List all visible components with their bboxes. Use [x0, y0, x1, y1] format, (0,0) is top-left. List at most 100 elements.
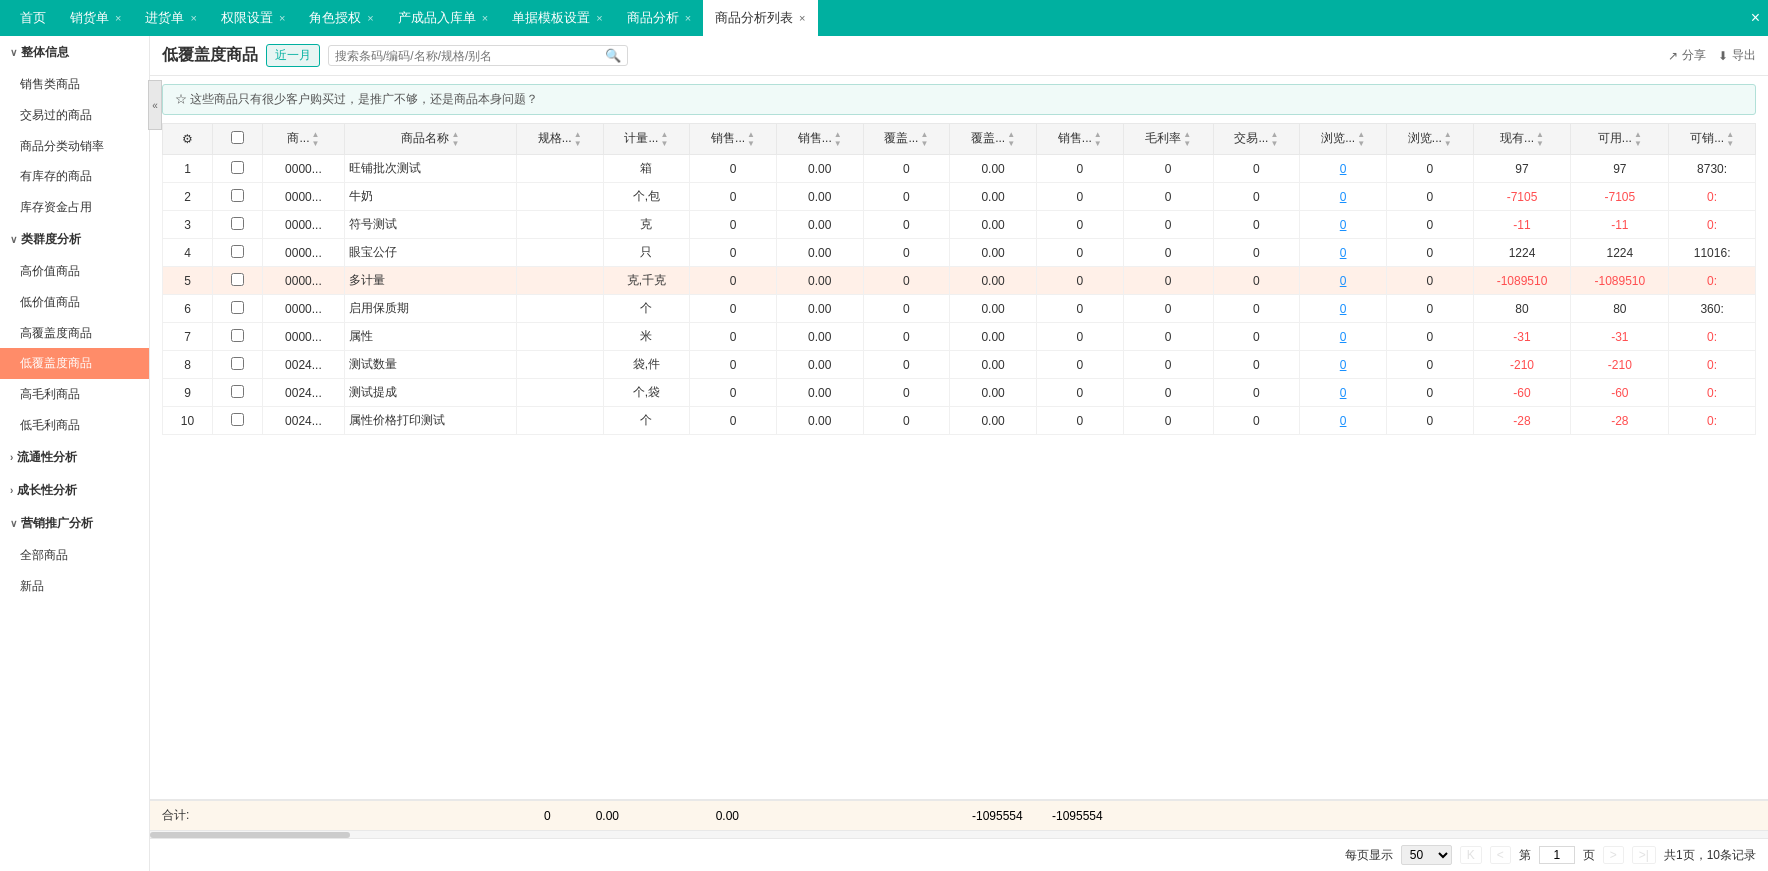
coverage2-col-header[interactable]: 覆盖...▲▼ [950, 124, 1037, 155]
sidebar-item-low-margin[interactable]: 低毛利商品 [0, 410, 149, 441]
select-all-checkbox[interactable] [231, 131, 244, 144]
sidebar-item-high-value[interactable]: 高价值商品 [0, 256, 149, 287]
row-browse1[interactable]: 0 [1300, 267, 1387, 295]
nav-item-template[interactable]: 单据模板设置 × [500, 0, 614, 36]
row-select-checkbox[interactable] [231, 245, 244, 258]
spec-col-header[interactable]: 规格...▲▼ [516, 124, 603, 155]
row-checkbox[interactable] [213, 351, 263, 379]
sales-amt-col-header[interactable]: 销售...▲▼ [776, 124, 863, 155]
row-checkbox[interactable] [213, 267, 263, 295]
sidebar-item-capital[interactable]: 库存资金占用 [0, 192, 149, 223]
sidebar-item-stocked-goods[interactable]: 有库存的商品 [0, 161, 149, 192]
row-browse1[interactable]: 0 [1300, 239, 1387, 267]
row-checkbox[interactable] [213, 211, 263, 239]
row-checkbox[interactable] [213, 295, 263, 323]
row-coverage1: 0 [863, 155, 950, 183]
sidebar-section-group[interactable]: ∨ 类群度分析 [0, 223, 149, 256]
next-page-button[interactable]: > [1603, 846, 1624, 864]
export-button[interactable]: ⬇ 导出 [1718, 47, 1756, 64]
row-select-checkbox[interactable] [231, 301, 244, 314]
sidebar-item-all-goods[interactable]: 全部商品 [0, 540, 149, 571]
nav-item-product-entry[interactable]: 产成品入库单 × [386, 0, 500, 36]
search-icon[interactable]: 🔍 [605, 48, 621, 63]
search-input[interactable] [335, 49, 605, 63]
sidebar-section-growth[interactable]: › 成长性分析 [0, 474, 149, 507]
sidebar-section-marketing[interactable]: ∨ 营销推广分析 [0, 507, 149, 540]
nav-item-sales[interactable]: 销货单 × [58, 0, 133, 36]
nav-item-role[interactable]: 角色授权 × [297, 0, 385, 36]
close-sales-icon[interactable]: × [115, 12, 121, 24]
per-page-select[interactable]: 50 10 20 100 [1401, 845, 1452, 865]
row-select-checkbox[interactable] [231, 357, 244, 370]
nav-item-purchase[interactable]: 进货单 × [133, 0, 208, 36]
row-checkbox[interactable] [213, 323, 263, 351]
close-analysis-icon[interactable]: × [685, 12, 691, 24]
row-checkbox[interactable] [213, 183, 263, 211]
share-button[interactable]: ↗ 分享 [1668, 47, 1706, 64]
prev-page-button[interactable]: < [1490, 846, 1511, 864]
row-checkbox[interactable] [213, 155, 263, 183]
row-select-checkbox[interactable] [231, 273, 244, 286]
row-select-checkbox[interactable] [231, 329, 244, 342]
row-select-checkbox[interactable] [231, 217, 244, 230]
horizontal-scrollbar[interactable] [150, 830, 1768, 838]
sidebar-item-new-goods[interactable]: 新品 [0, 571, 149, 602]
close-permissions-icon[interactable]: × [279, 12, 285, 24]
close-role-icon[interactable]: × [367, 12, 373, 24]
row-checkbox[interactable] [213, 379, 263, 407]
close-all-tabs-button[interactable]: × [1751, 9, 1760, 27]
unit-col-header[interactable]: 计量...▲▼ [603, 124, 690, 155]
sidebar-section-liquidity[interactable]: › 流通性分析 [0, 441, 149, 474]
nav-item-home[interactable]: 首页 [8, 0, 58, 36]
sales-qty-col-header[interactable]: 销售...▲▼ [690, 124, 777, 155]
available-col-header[interactable]: 可用...▲▼ [1571, 124, 1669, 155]
nav-item-analysis[interactable]: 商品分析 × [615, 0, 703, 36]
browse1-col-header[interactable]: 浏览...▲▼ [1300, 124, 1387, 155]
row-checkbox[interactable] [213, 239, 263, 267]
margin-col-header[interactable]: 毛利率▲▼ [1123, 124, 1213, 155]
row-browse1[interactable]: 0 [1300, 407, 1387, 435]
sidebar-item-low-value[interactable]: 低价值商品 [0, 287, 149, 318]
coverage1-col-header[interactable]: 覆盖...▲▼ [863, 124, 950, 155]
last-page-button[interactable]: >| [1632, 846, 1656, 864]
row-browse1[interactable]: 0 [1300, 379, 1387, 407]
sidebar-section-overview[interactable]: ∨ 整体信息 [0, 36, 149, 69]
row-browse1[interactable]: 0 [1300, 295, 1387, 323]
table-container[interactable]: ⚙ 商...▲▼ 商品名称▲▼ 规格...▲▼ 计量...▲▼ 销售...▲▼ … [162, 123, 1756, 799]
row-select-checkbox[interactable] [231, 413, 244, 426]
sidebar-collapse-button[interactable]: « [148, 80, 162, 130]
row-browse1[interactable]: 0 [1300, 155, 1387, 183]
sales-days-col-header[interactable]: 销售...▲▼ [1036, 124, 1123, 155]
sidebar-item-traded-goods[interactable]: 交易过的商品 [0, 100, 149, 131]
first-page-button[interactable]: K [1460, 846, 1482, 864]
sidebar-item-category-rate[interactable]: 商品分类动销率 [0, 131, 149, 162]
name-col-header[interactable]: 商品名称▲▼ [344, 124, 516, 155]
settings-col-header[interactable]: ⚙ [163, 124, 213, 155]
row-checkbox[interactable] [213, 407, 263, 435]
sidebar-item-high-margin[interactable]: 高毛利商品 [0, 379, 149, 410]
check-col-header[interactable] [213, 124, 263, 155]
row-select-checkbox[interactable] [231, 161, 244, 174]
code-col-header[interactable]: 商...▲▼ [263, 124, 345, 155]
row-select-checkbox[interactable] [231, 385, 244, 398]
sidebar-item-high-coverage[interactable]: 高覆盖度商品 [0, 318, 149, 349]
period-button[interactable]: 近一月 [266, 44, 320, 67]
current-stock-col-header[interactable]: 现有...▲▼ [1473, 124, 1571, 155]
close-analysis-list-icon[interactable]: × [799, 12, 805, 24]
close-product-entry-icon[interactable]: × [482, 12, 488, 24]
row-browse1[interactable]: 0 [1300, 351, 1387, 379]
page-input[interactable] [1539, 846, 1575, 864]
browse2-col-header[interactable]: 浏览...▲▼ [1386, 124, 1473, 155]
row-browse1[interactable]: 0 [1300, 183, 1387, 211]
saleable-col-header[interactable]: 可销...▲▼ [1669, 124, 1756, 155]
sidebar-item-sales-goods[interactable]: 销售类商品 [0, 69, 149, 100]
row-browse1[interactable]: 0 [1300, 211, 1387, 239]
close-purchase-icon[interactable]: × [190, 12, 196, 24]
row-browse1[interactable]: 0 [1300, 323, 1387, 351]
sidebar-item-low-coverage[interactable]: 低覆盖度商品 [0, 348, 149, 379]
nav-item-analysis-list[interactable]: 商品分析列表 × [703, 0, 817, 36]
nav-item-permissions[interactable]: 权限设置 × [209, 0, 297, 36]
trade-col-header[interactable]: 交易...▲▼ [1213, 124, 1300, 155]
row-select-checkbox[interactable] [231, 189, 244, 202]
close-template-icon[interactable]: × [596, 12, 602, 24]
